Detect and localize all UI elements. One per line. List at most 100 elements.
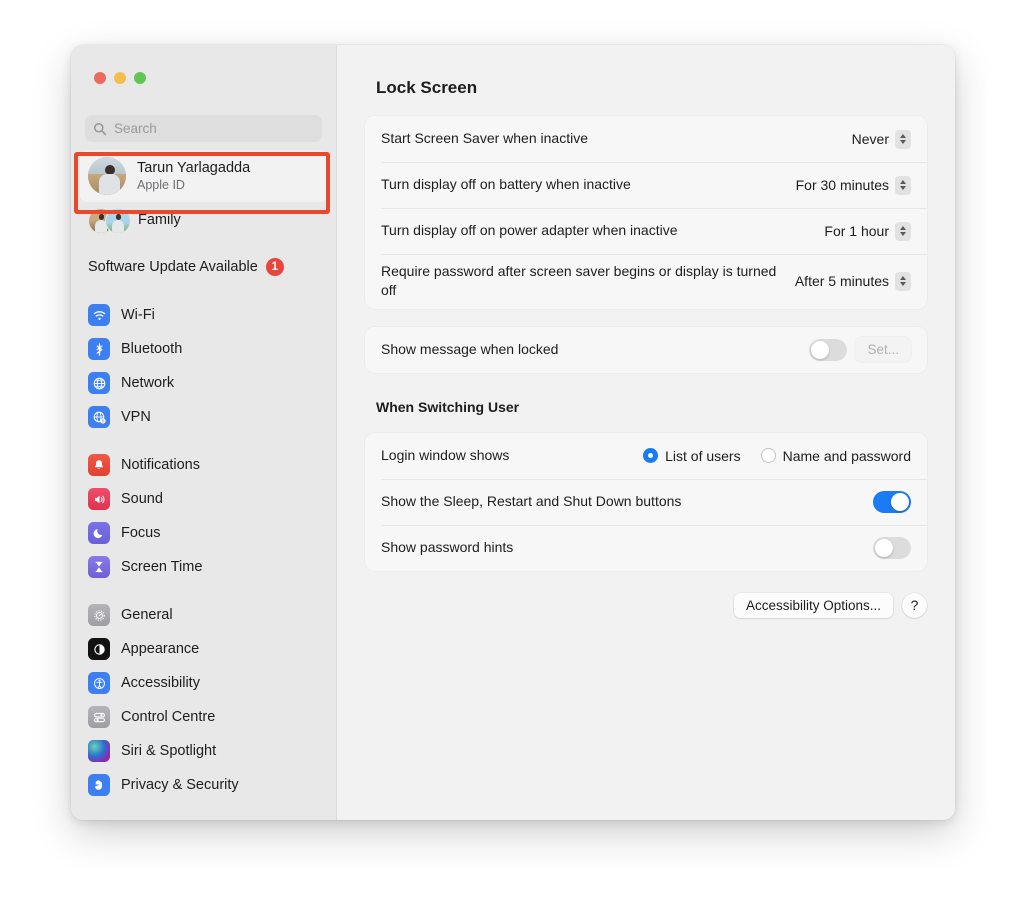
row-label: Require password after screen saver begi… xyxy=(381,263,777,299)
radio-button[interactable] xyxy=(760,448,776,464)
show-message-toggle[interactable] xyxy=(809,338,848,361)
window-controls xyxy=(94,72,146,84)
require-password-popup[interactable]: After 5 minutes xyxy=(794,271,911,291)
sidebar-item-label: Control Centre xyxy=(121,709,216,725)
sidebar-item-label: Software Update Available xyxy=(88,259,258,275)
help-button[interactable]: ? xyxy=(902,592,927,618)
chevron-up-down-icon xyxy=(895,271,911,291)
siri-orb-icon xyxy=(88,740,110,762)
sidebar-item-bluetooth[interactable]: Bluetooth xyxy=(80,332,327,366)
sidebar-item-sound[interactable]: Sound xyxy=(80,482,327,516)
popup-value: For 30 minutes xyxy=(795,177,889,193)
sidebar-item-label: Network xyxy=(121,375,175,391)
popup-value: After 5 minutes xyxy=(794,273,889,290)
sidebar-item-label: Wi-Fi xyxy=(121,307,155,323)
row-label: Login window shows xyxy=(381,446,510,463)
sidebar-item-label: Siri & Spotlight xyxy=(121,743,217,759)
family-avatars xyxy=(88,206,134,234)
sidebar-item-label: Notifications xyxy=(121,457,200,473)
search-field[interactable] xyxy=(85,115,322,142)
sidebar-item-general[interactable]: General xyxy=(80,598,327,632)
lock-message-card: Show message when locked Set... xyxy=(365,326,927,373)
sidebar-item-wi-fi[interactable]: Wi-Fi xyxy=(80,298,327,332)
sidebar-item-privacy-and-security[interactable]: Privacy & Security xyxy=(80,768,327,802)
sidebar-item-label: Privacy & Security xyxy=(121,777,239,793)
sidebar-item-control-centre[interactable]: Control Centre xyxy=(80,700,327,734)
row-show-password-hints: Show password hints xyxy=(365,524,927,571)
sidebar-item-focus[interactable]: Focus xyxy=(80,516,327,550)
popup-value: Never xyxy=(851,131,889,147)
radio-option-name-and-password[interactable]: Name and password xyxy=(760,447,911,464)
vpn-icon xyxy=(88,406,110,428)
chevron-up-down-icon xyxy=(895,175,911,195)
sidebar-item-label: Family xyxy=(138,212,181,228)
accessibility-options-button[interactable]: Accessibility Options... xyxy=(733,592,893,618)
row-show-message-when-locked: Show message when locked Set... xyxy=(365,327,927,373)
radio-button[interactable] xyxy=(643,448,659,464)
display-off-power-adapter-popup[interactable]: For 1 hour xyxy=(824,221,911,241)
sidebar-item-label: Appearance xyxy=(121,641,200,657)
display-off-battery-popup[interactable]: For 30 minutes xyxy=(795,175,911,195)
footer-actions: Accessibility Options... ? xyxy=(365,592,927,618)
status-badge: 1 xyxy=(265,258,284,276)
sidebar-item-label: General xyxy=(121,607,173,623)
sleep-restart-shutdown-toggle[interactable] xyxy=(873,490,911,513)
radio-option-list-of-users[interactable]: List of users xyxy=(643,448,741,464)
search-input[interactable] xyxy=(114,121,314,136)
row-label: Turn display off on power adapter when i… xyxy=(381,222,678,239)
hand-icon xyxy=(88,774,110,796)
network-icon xyxy=(88,372,110,394)
sidebar-group-alerts: Notifications Sound Focus Screen Time xyxy=(71,448,336,584)
sidebar-item-label: Bluetooth xyxy=(121,341,183,357)
sidebar-item-screen-time[interactable]: Screen Time xyxy=(80,550,327,584)
speaker-icon xyxy=(88,488,110,510)
sidebar-item-label: Sound xyxy=(121,491,163,507)
row-label: Turn display off on battery when inactiv… xyxy=(381,176,631,193)
chevron-up-down-icon xyxy=(895,221,911,241)
sidebar-item-accessibility[interactable]: Accessibility xyxy=(80,666,327,700)
section-title-when-switching-user: When Switching User xyxy=(376,398,520,415)
sidebar-item-software-update[interactable]: Software Update Available 1 xyxy=(80,250,327,284)
gear-icon xyxy=(88,604,110,626)
set-message-button[interactable]: Set... xyxy=(855,337,911,363)
row-display-off-battery: Turn display off on battery when inactiv… xyxy=(365,162,927,208)
sidebar-item-label: Focus xyxy=(121,525,161,541)
minimize-button[interactable] xyxy=(114,72,126,84)
avatar xyxy=(88,157,126,195)
bluetooth-icon xyxy=(88,338,110,360)
account-subtitle: Apple ID xyxy=(137,177,185,192)
sidebar-item-label: VPN xyxy=(121,409,151,425)
start-screen-saver-popup[interactable]: Never xyxy=(851,129,911,149)
sidebar-item-apple-id[interactable]: Tarun Yarlagadda Apple ID xyxy=(80,150,327,202)
contrast-circle-icon xyxy=(88,638,110,660)
sidebar-scroll-area[interactable]: Tarun Yarlagadda Apple ID Family Softwar… xyxy=(71,150,336,820)
login-window-radio-group: List of users Name and password xyxy=(643,448,911,464)
radio-label: Name and password xyxy=(782,447,911,464)
wifi-icon xyxy=(88,304,110,326)
hourglass-icon xyxy=(88,556,110,578)
switching-user-card: Login window shows List of users Name an… xyxy=(365,432,927,571)
row-login-window-shows: Login window shows List of users Name an… xyxy=(365,433,927,479)
search-icon xyxy=(93,122,107,136)
row-sleep-restart-shutdown: Show the Sleep, Restart and Shut Down bu… xyxy=(365,478,927,525)
sidebar-item-network[interactable]: Network xyxy=(80,366,327,400)
sidebar-item-label: Accessibility xyxy=(121,675,200,691)
popup-value: For 1 hour xyxy=(824,223,889,239)
row-display-off-power-adapter: Turn display off on power adapter when i… xyxy=(365,208,927,254)
sidebar-item-vpn[interactable]: VPN xyxy=(80,400,327,434)
sidebar-item-label: Screen Time xyxy=(121,559,203,575)
row-label: Show password hints xyxy=(381,538,514,555)
zoom-button[interactable] xyxy=(134,72,146,84)
system-settings-window: Tarun Yarlagadda Apple ID Family Softwar… xyxy=(71,45,955,820)
row-label: Show the Sleep, Restart and Shut Down bu… xyxy=(381,492,682,509)
sidebar-item-appearance[interactable]: Appearance xyxy=(80,632,327,666)
sidebar-group-connectivity: Wi-Fi Bluetooth Network VPN xyxy=(71,298,336,434)
sidebar-item-family[interactable]: Family xyxy=(80,202,327,238)
account-name: Tarun Yarlagadda xyxy=(137,159,251,176)
close-button[interactable] xyxy=(94,72,106,84)
show-password-hints-toggle[interactable] xyxy=(873,536,911,559)
sidebar-item-siri-and-spotlight[interactable]: Siri & Spotlight xyxy=(80,734,327,768)
chevron-up-down-icon xyxy=(895,129,911,149)
accessibility-person-icon xyxy=(88,672,110,694)
sidebar-item-notifications[interactable]: Notifications xyxy=(80,448,327,482)
